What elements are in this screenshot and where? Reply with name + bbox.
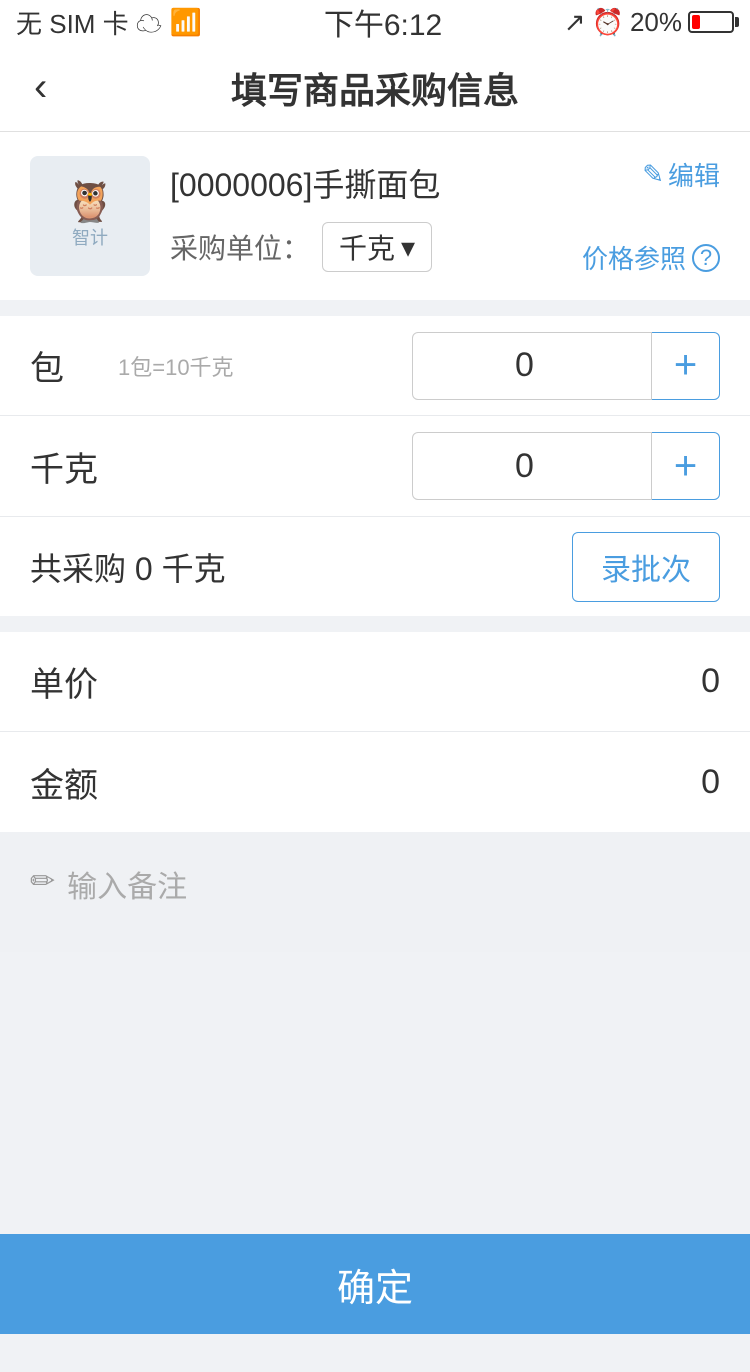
bag-quantity-input[interactable]	[412, 332, 652, 400]
sim-label: 无 SIM 卡 ☁	[16, 4, 162, 41]
input-section: 包 1包=10千克 + 千克 +	[0, 316, 750, 516]
price-ref-icon: ?	[692, 244, 720, 272]
kg-quantity-input[interactable]	[412, 432, 652, 500]
nav-bar: ‹ 填写商品采购信息	[0, 44, 750, 132]
battery-fill	[692, 15, 700, 29]
dropdown-arrow-icon: ▾	[401, 231, 415, 264]
summary-text: 共采购 0 千克	[30, 544, 226, 590]
product-card: 🦉 智计 [0000006]手撕面包 采购单位： 千克 ▾ ✎ 编辑 价格参照 …	[0, 132, 750, 300]
kg-plus-button[interactable]: +	[652, 432, 720, 500]
amount-label: 金额	[30, 758, 98, 807]
unit-price-value: 0	[701, 662, 720, 701]
price-reference-button[interactable]: 价格参照 ?	[582, 239, 720, 276]
product-thumb-icon: 🦉	[65, 182, 115, 222]
summary-row: 共采购 0 千克 录批次	[0, 516, 750, 616]
unit-price-label: 单价	[30, 657, 98, 706]
page-title: 填写商品采购信息	[231, 62, 519, 114]
input-label-bag: 包	[30, 341, 110, 390]
battery-pct: 20%	[630, 7, 682, 38]
amount-row: 金额 0	[0, 732, 750, 832]
wifi-icon: 📶	[170, 7, 202, 38]
price-ref-label: 价格参照	[582, 239, 686, 276]
unit-dropdown[interactable]: 千克 ▾	[322, 222, 432, 272]
divider-2	[0, 616, 750, 632]
unit-price-row: 单价 0	[0, 632, 750, 732]
confirm-button[interactable]: 确定	[0, 1234, 750, 1334]
input-row-kg: 千克 +	[0, 416, 750, 516]
product-thumbnail: 🦉 智计	[30, 156, 150, 276]
battery-icon	[688, 11, 734, 33]
edit-button[interactable]: ✎ 编辑	[642, 156, 720, 193]
product-thumb-text: 智计	[72, 224, 108, 250]
input-row-bag: 包 1包=10千克 +	[0, 316, 750, 416]
price-section: 单价 0 金额 0	[0, 632, 750, 832]
unit-prefix: 采购单位：	[170, 227, 310, 267]
amount-value: 0	[701, 763, 720, 802]
input-sublabel-bag: 1包=10千克	[118, 350, 412, 382]
edit-icon: ✎	[642, 159, 664, 190]
input-label-kg: 千克	[30, 442, 110, 491]
product-name: [0000006]手撕面包	[170, 160, 720, 206]
status-bar: 无 SIM 卡 ☁ 📶 下午6:12 ↗ ⏰ 20%	[0, 0, 750, 44]
edit-label: 编辑	[668, 156, 720, 193]
back-button[interactable]: ‹	[24, 55, 57, 120]
remarks-section[interactable]: ✏ 输入备注	[0, 832, 750, 952]
pencil-icon: ✏	[30, 864, 55, 899]
status-right: ↗ ⏰ 20%	[564, 7, 734, 38]
location-icon: ↗	[564, 7, 586, 38]
remarks-placeholder: 输入备注	[67, 862, 187, 906]
unit-value: 千克	[339, 227, 395, 267]
alarm-icon: ⏰	[592, 7, 624, 38]
divider-1	[0, 300, 750, 316]
status-left: 无 SIM 卡 ☁ 📶	[16, 4, 202, 41]
bag-plus-button[interactable]: +	[652, 332, 720, 400]
status-time: 下午6:12	[324, 0, 442, 44]
batch-button[interactable]: 录批次	[572, 532, 720, 602]
input-wrap-kg: +	[412, 432, 720, 500]
input-wrap-bag: +	[412, 332, 720, 400]
